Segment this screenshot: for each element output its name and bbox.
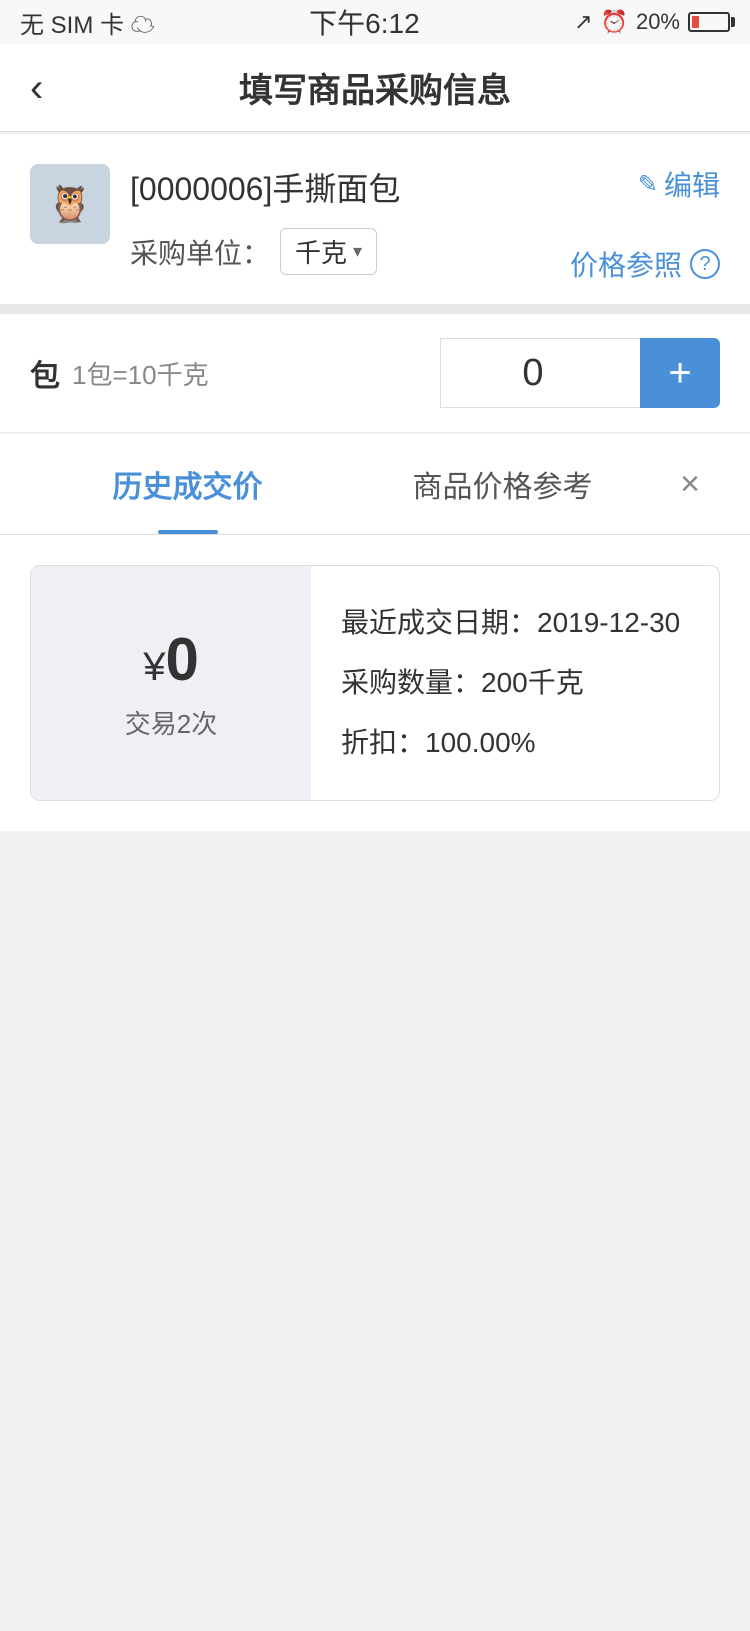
- unit-char: 包: [30, 351, 60, 395]
- product-name: [0000006]手撕面包: [130, 164, 400, 210]
- tab-price-reference[interactable]: 商品价格参考: [345, 434, 660, 534]
- tab-history-price[interactable]: 历史成交价: [30, 434, 345, 534]
- tab-active-indicator: [158, 530, 218, 534]
- unit-label-left: 包 1包=10千克: [30, 351, 209, 395]
- product-thumbnail: 🦉: [30, 164, 110, 244]
- product-row: 🦉 [0000006]手撕面包 采购单位： 千克 ▾ ✎ 编辑 价格参照: [30, 164, 720, 284]
- edit-link[interactable]: ✎ 编辑: [638, 164, 720, 204]
- tabs-container: 历史成交价 商品价格参考 × ¥0 交易2次 最近成交日期：2019-12-30…: [0, 434, 750, 831]
- product-logo-icon: 🦉: [48, 183, 93, 225]
- product-section: 🦉 [0000006]手撕面包 采购单位： 千克 ▾ ✎ 编辑 价格参照: [0, 134, 750, 304]
- help-icon[interactable]: ?: [690, 249, 720, 279]
- section-divider: [0, 304, 750, 314]
- history-card: ¥0 交易2次 最近成交日期：2019-12-30 采购数量：200千克 折扣：…: [30, 565, 720, 801]
- currency-symbol: ¥: [143, 645, 165, 689]
- purchase-qty-row: 采购数量：200千克: [341, 662, 689, 704]
- battery-pct: 20%: [636, 9, 680, 35]
- status-right: ↗ ⏰ 20%: [574, 9, 730, 35]
- status-time: 下午6:12: [309, 2, 420, 42]
- price-ref-link[interactable]: 价格参照: [570, 244, 682, 284]
- quantity-input[interactable]: [440, 338, 640, 408]
- recent-date-row: 最近成交日期：2019-12-30: [341, 602, 689, 644]
- edit-label: 编辑: [664, 164, 720, 204]
- sim-label: 无 SIM 卡 ☁: [20, 5, 155, 40]
- unit-row: 采购单位： 千克 ▾: [130, 228, 400, 275]
- card-details-right: 最近成交日期：2019-12-30 采购数量：200千克 折扣：100.00%: [311, 566, 719, 800]
- quantity-section: 包 1包=10千克 +: [0, 314, 750, 432]
- discount-label: 折扣：: [341, 727, 425, 758]
- product-info: [0000006]手撕面包 采购单位： 千克 ▾: [130, 164, 400, 275]
- battery-fill: [692, 16, 699, 28]
- product-actions: ✎ 编辑 价格参照 ?: [570, 164, 720, 284]
- quantity-plus-button[interactable]: +: [640, 338, 720, 408]
- price-display: ¥0: [143, 625, 199, 694]
- recent-date-label: 最近成交日期：: [341, 607, 537, 638]
- unit-label: 采购单位：: [130, 232, 270, 272]
- location-icon: ↗: [574, 9, 592, 35]
- purchase-qty-label: 采购数量：: [341, 667, 481, 698]
- price-value: 0: [165, 626, 198, 693]
- card-price-left: ¥0 交易2次: [31, 566, 311, 800]
- purchase-qty-value: 200千克: [481, 667, 584, 698]
- history-content: ¥0 交易2次 最近成交日期：2019-12-30 采购数量：200千克 折扣：…: [0, 535, 750, 831]
- recent-date-value: 2019-12-30: [537, 607, 680, 638]
- product-left: 🦉 [0000006]手撕面包 采购单位： 千克 ▾: [30, 164, 400, 275]
- back-button[interactable]: ‹: [30, 68, 43, 108]
- nav-bar: ‹ 填写商品采购信息: [0, 44, 750, 132]
- quantity-control: +: [440, 338, 720, 408]
- unit-dropdown[interactable]: 千克 ▾: [280, 228, 377, 275]
- price-ref-row: 价格参照 ?: [570, 244, 720, 284]
- unit-value: 千克: [295, 233, 347, 270]
- page-title: 填写商品采购信息: [239, 63, 511, 112]
- alarm-icon: ⏰: [601, 9, 628, 35]
- battery-icon: [688, 12, 730, 32]
- trade-count: 交易2次: [125, 704, 217, 741]
- status-left: 无 SIM 卡 ☁: [20, 5, 155, 40]
- discount-row: 折扣：100.00%: [341, 722, 689, 764]
- edit-icon: ✎: [638, 170, 658, 199]
- tab-close-button[interactable]: ×: [660, 454, 720, 514]
- unit-conversion: 1包=10千克: [72, 355, 209, 392]
- chevron-down-icon: ▾: [353, 241, 362, 262]
- tabs-header: 历史成交价 商品价格参考 ×: [0, 434, 750, 535]
- main-background: [0, 831, 750, 1631]
- status-bar: 无 SIM 卡 ☁ 下午6:12 ↗ ⏰ 20%: [0, 0, 750, 44]
- discount-value: 100.00%: [425, 727, 536, 758]
